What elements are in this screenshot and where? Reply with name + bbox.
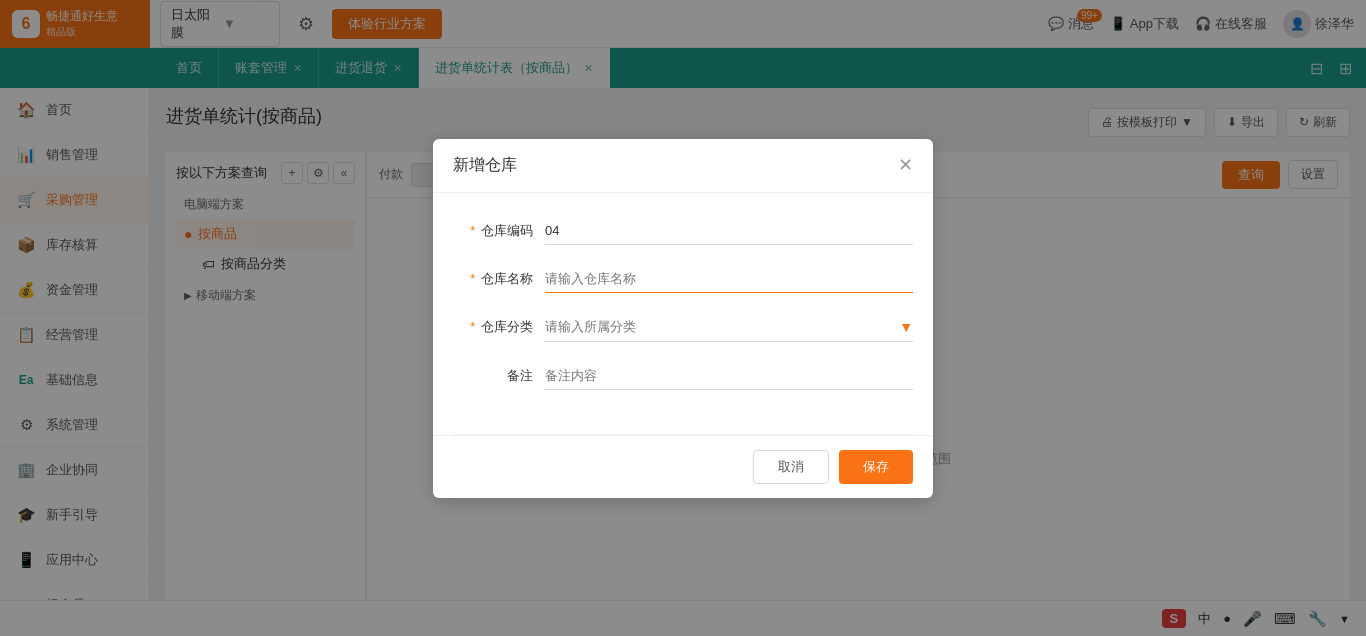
category-label: * 仓库分类 <box>453 318 533 336</box>
category-select-wrapper[interactable]: ▼ <box>545 313 913 342</box>
modal-header: 新增仓库 ✕ <box>433 139 933 193</box>
code-label: * 仓库编码 <box>453 222 533 240</box>
category-input[interactable] <box>545 319 899 334</box>
remark-label: 备注 <box>453 367 533 385</box>
form-row-remark: 备注 <box>453 362 913 390</box>
modal-body: * 仓库编码 * 仓库名称 * 仓库分类 <box>433 193 933 434</box>
remark-input[interactable] <box>545 362 913 390</box>
name-label: * 仓库名称 <box>453 270 533 288</box>
save-button[interactable]: 保存 <box>839 450 913 484</box>
category-required-star: * <box>470 319 475 334</box>
code-required-star: * <box>470 223 475 238</box>
modal-new-warehouse: 新增仓库 ✕ * 仓库编码 * 仓库名称 <box>433 139 933 498</box>
cancel-button[interactable]: 取消 <box>753 450 829 484</box>
modal-footer: 取消 保存 <box>433 435 933 498</box>
form-row-name: * 仓库名称 <box>453 265 913 293</box>
name-input[interactable] <box>545 265 913 293</box>
modal-title: 新增仓库 <box>453 155 517 176</box>
category-dropdown-icon: ▼ <box>899 319 913 335</box>
code-input[interactable] <box>545 217 913 245</box>
modal-overlay: 新增仓库 ✕ * 仓库编码 * 仓库名称 <box>0 0 1366 636</box>
modal-close-btn[interactable]: ✕ <box>898 156 913 174</box>
form-row-category: * 仓库分类 ▼ <box>453 313 913 342</box>
name-required-star: * <box>470 271 475 286</box>
form-row-code: * 仓库编码 <box>453 217 913 245</box>
